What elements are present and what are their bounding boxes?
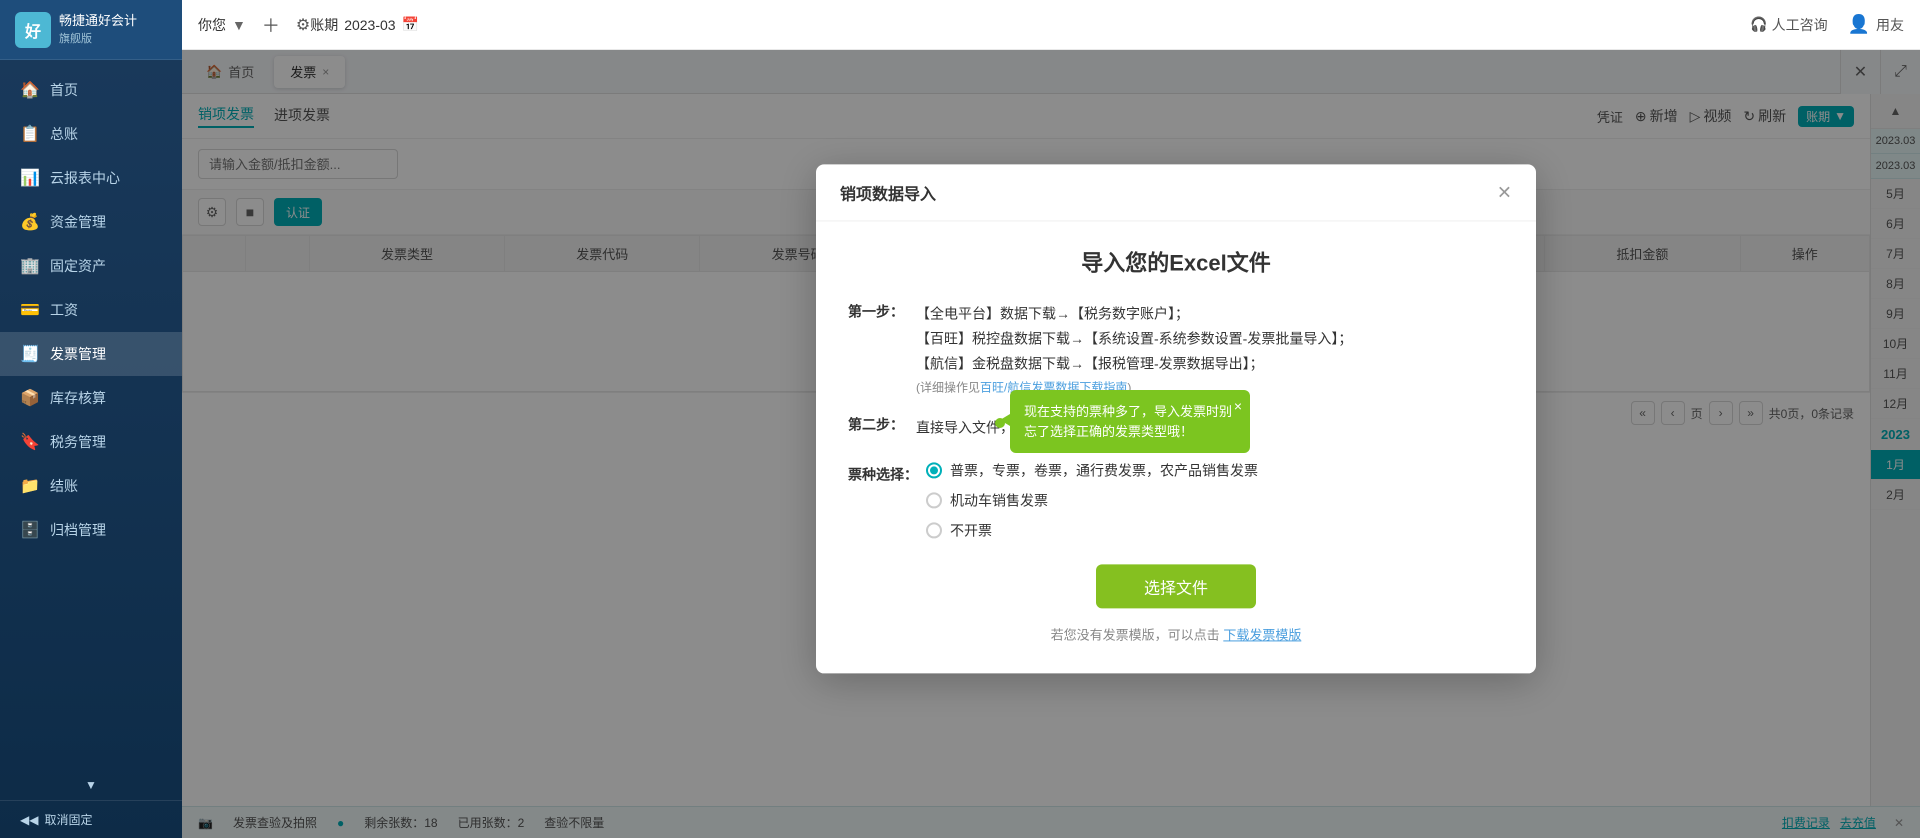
modal-main-title: 导入您的Excel文件 bbox=[848, 245, 1504, 277]
modal-title: 销项数据导入 bbox=[840, 180, 936, 204]
sidebar-item-closing[interactable]: 📁 结账 bbox=[0, 464, 182, 508]
reports-icon: 📊 bbox=[20, 168, 40, 188]
logo-title: 畅捷通好会计 bbox=[59, 13, 137, 30]
add-button[interactable]: ＋ bbox=[262, 12, 280, 38]
sidebar: 好 畅捷通好会计 旗舰版 🏠 首页 📋 总账 📊 云报表中心 💰 资金管理 🏢 … bbox=[0, 0, 182, 838]
user-icon: 👤 bbox=[1848, 14, 1870, 35]
tooltip-close-btn[interactable]: × bbox=[1234, 396, 1242, 417]
sidebar-scroll-down[interactable]: ▼ bbox=[0, 770, 182, 800]
tax-icon: 🔖 bbox=[20, 432, 40, 452]
tooltip-bubble: × 现在支持的票种多了，导入发票时别忘了选择正确的发票类型哦！ bbox=[1010, 390, 1250, 453]
calendar-icon: 📅 bbox=[402, 16, 419, 33]
ticket-selection: 票种选择： 普票，专票，卷票，通行费发票，农产品销售发票 机动车销售发票 bbox=[848, 457, 1504, 541]
sidebar-item-tax[interactable]: 🔖 税务管理 bbox=[0, 420, 182, 464]
step1-label: 第一步： bbox=[848, 301, 904, 321]
service-button[interactable]: 🎧 人工咨询 bbox=[1750, 15, 1827, 35]
sidebar-item-archive[interactable]: 🗄️ 归档管理 bbox=[0, 508, 182, 552]
radio-normal-dot bbox=[930, 467, 938, 475]
radio-noticket-circle bbox=[926, 523, 942, 539]
sidebar-nav: 🏠 首页 📋 总账 📊 云报表中心 💰 资金管理 🏢 固定资产 💳 工资 🧾 发… bbox=[0, 60, 182, 770]
funds-icon: 💰 bbox=[20, 212, 40, 232]
logo-icon: 好 bbox=[15, 12, 51, 48]
step-1: 第一步： 【全电平台】数据下载→【税务数字账户】； 【百旺】税控盘数据下载→【系… bbox=[848, 301, 1504, 398]
archive-icon: 🗄️ bbox=[20, 520, 40, 540]
step1-content: 【全电平台】数据下载→【税务数字账户】； 【百旺】税控盘数据下载→【系统设置-系… bbox=[912, 301, 1352, 398]
invoice-icon: 🧾 bbox=[20, 344, 40, 364]
logo-sub: 旗舰版 bbox=[59, 30, 137, 46]
select-file-btn[interactable]: 选择文件 bbox=[1096, 565, 1256, 609]
radio-motor[interactable]: 机动车销售发票 bbox=[926, 491, 1258, 511]
radio-noticket[interactable]: 不开票 bbox=[926, 521, 1258, 541]
tooltip-text: 现在支持的票种多了，导入发票时别忘了选择正确的发票类型哦！ bbox=[1024, 404, 1232, 439]
step2-label: 第二步： bbox=[848, 415, 904, 435]
topbar-actions: ＋ ⚙ bbox=[262, 12, 310, 38]
ticket-label: 票种选择： bbox=[848, 465, 918, 485]
topbar: 你您 ▼ ＋ ⚙ 账期 2023-03 📅 🎧 人工咨询 👤 用友 bbox=[182, 0, 1920, 50]
template-text: 若您没有发票模版，可以点击 bbox=[1051, 628, 1220, 643]
sidebar-item-invoice[interactable]: 🧾 发票管理 bbox=[0, 332, 182, 376]
settings-button[interactable]: ⚙ bbox=[296, 15, 310, 35]
radio-normal-circle bbox=[926, 463, 942, 479]
user-menu[interactable]: 👤 用友 bbox=[1848, 14, 1904, 35]
radio-normal-label: 普票，专票，卷票，通行费发票，农产品销售发票 bbox=[950, 461, 1258, 481]
radio-group: 普票，专票，卷票，通行费发票，农产品销售发票 机动车销售发票 不开票 bbox=[926, 461, 1258, 541]
app-logo: 好 畅捷通好会计 旗舰版 bbox=[0, 0, 182, 60]
period-selector[interactable]: 账期 2023-03 📅 bbox=[310, 15, 419, 35]
step1-line-3: 【航信】金税盘数据下载→【报税管理-发票数据导出】； bbox=[916, 352, 1352, 377]
ledger-icon: 📋 bbox=[20, 124, 40, 144]
modal-header: 销项数据导入 ✕ bbox=[816, 164, 1536, 221]
closing-icon: 📁 bbox=[20, 476, 40, 496]
modal-footer: 选择文件 若您没有发票模版，可以点击 下载发票模版 bbox=[848, 557, 1504, 644]
sidebar-item-inventory[interactable]: 📦 库存核算 bbox=[0, 376, 182, 420]
modal-close-btn[interactable]: ✕ bbox=[1497, 182, 1512, 203]
assets-icon: 🏢 bbox=[20, 256, 40, 276]
sidebar-item-ledger[interactable]: 📋 总账 bbox=[0, 112, 182, 156]
company-selector[interactable]: 你您 ▼ bbox=[198, 15, 246, 35]
radio-motor-circle bbox=[926, 493, 942, 509]
payroll-icon: 💳 bbox=[20, 300, 40, 320]
sidebar-item-payroll[interactable]: 💳 工资 bbox=[0, 288, 182, 332]
template-download-link[interactable]: 下载发票模版 bbox=[1223, 628, 1301, 643]
period-value: 2023-03 bbox=[344, 17, 395, 33]
radio-normal[interactable]: 普票，专票，卷票，通行费发票，农产品销售发票 bbox=[926, 461, 1258, 481]
headset-icon: 🎧 bbox=[1750, 16, 1767, 33]
home-icon: 🏠 bbox=[20, 80, 40, 100]
topbar-right: 🎧 人工咨询 👤 用友 bbox=[1750, 14, 1904, 35]
sidebar-item-reports[interactable]: 📊 云报表中心 bbox=[0, 156, 182, 200]
sidebar-item-assets[interactable]: 🏢 固定资产 bbox=[0, 244, 182, 288]
company-dropdown-icon: ▼ bbox=[232, 17, 246, 33]
template-link-row: 若您没有发票模版，可以点击 下载发票模版 bbox=[848, 625, 1504, 644]
sidebar-item-home[interactable]: 🏠 首页 bbox=[0, 68, 182, 112]
company-name: 你您 bbox=[198, 15, 226, 35]
radio-motor-label: 机动车销售发票 bbox=[950, 491, 1048, 511]
radio-noticket-label: 不开票 bbox=[950, 521, 992, 541]
inventory-icon: 📦 bbox=[20, 388, 40, 408]
period-label: 账期 bbox=[310, 15, 338, 35]
step1-line-1: 【全电平台】数据下载→【税务数字账户】； bbox=[916, 301, 1352, 326]
sidebar-item-funds[interactable]: 💰 资金管理 bbox=[0, 200, 182, 244]
sidebar-unpin[interactable]: ◀◀ 取消固定 bbox=[0, 800, 182, 838]
step1-line-2: 【百旺】税控盘数据下载→【系统设置-系统参数设置-发票批量导入】； bbox=[916, 327, 1352, 352]
